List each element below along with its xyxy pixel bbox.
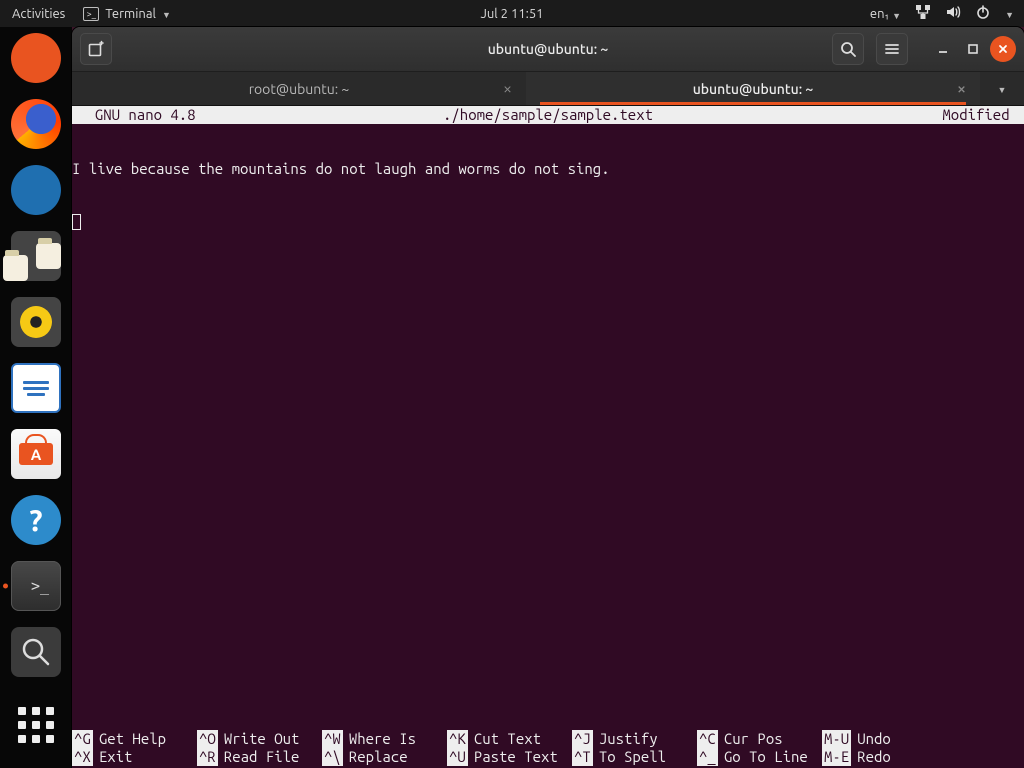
- network-icon[interactable]: [915, 4, 931, 23]
- editor-line: I live because the mountains do not laug…: [72, 160, 1024, 178]
- menu-button[interactable]: [876, 33, 908, 65]
- nano-filepath: ./home/sample/sample.text: [443, 106, 653, 124]
- nano-shortcut: ^UPaste Text: [447, 748, 572, 766]
- shortcut-key: ^G: [72, 730, 93, 748]
- nano-shortcut: ^RRead File: [197, 748, 322, 766]
- nano-shortcut: ^WWhere Is: [322, 730, 447, 748]
- nano-shortcut-bar: ^GGet Help^OWrite Out^WWhere Is^KCut Tex…: [72, 730, 1024, 768]
- terminal-viewport[interactable]: GNU nano 4.8 ./home/sample/sample.text M…: [72, 106, 1024, 768]
- shortcut-label: Replace: [343, 748, 408, 766]
- shortcut-key: ^K: [447, 730, 468, 748]
- nano-version: GNU nano 4.8: [78, 106, 196, 124]
- shortcut-key: ^\: [322, 748, 343, 766]
- terminal-tab-0[interactable]: root@ubuntu: ~ ×: [72, 72, 526, 105]
- dock-item-libreoffice-writer[interactable]: [11, 363, 61, 413]
- shortcut-key: ^T: [572, 748, 593, 766]
- gnome-top-panel: Activities >_ Terminal ▼ Jul 2 11:51 en₁…: [0, 0, 1024, 27]
- shortcut-key: ^J: [572, 730, 593, 748]
- nano-shortcut: ^KCut Text: [447, 730, 572, 748]
- dock-item-thunderbird[interactable]: [11, 165, 61, 215]
- appmenu-button[interactable]: >_ Terminal ▼: [83, 7, 171, 21]
- nano-editor[interactable]: I live because the mountains do not laug…: [72, 124, 1024, 270]
- shortcut-key: ^C: [697, 730, 718, 748]
- shortcut-label: Undo: [851, 730, 891, 748]
- shortcut-label: Cut Text: [468, 730, 541, 748]
- window-title: ubuntu@ubuntu: ~: [488, 41, 609, 57]
- nano-shortcut: ^XExit: [72, 748, 197, 766]
- dock-item-firefox[interactable]: [11, 99, 61, 149]
- shortcut-label: Redo: [851, 748, 891, 766]
- shortcut-label: Go To Line: [718, 748, 808, 766]
- new-tab-button[interactable]: [80, 33, 112, 65]
- dock-item-show-applications[interactable]: [11, 33, 61, 83]
- nano-status: Modified: [942, 106, 1018, 124]
- nano-shortcut: M-UUndo: [822, 730, 947, 748]
- tab-close-icon[interactable]: ×: [957, 80, 966, 98]
- shortcut-label: Paste Text: [468, 748, 558, 766]
- chevron-down-icon: ▼: [162, 10, 171, 20]
- dock-item-terminal[interactable]: >_: [11, 561, 61, 611]
- dock-item-rhythmbox[interactable]: [11, 297, 61, 347]
- maximize-button[interactable]: [960, 36, 986, 62]
- dock-item-image-viewer[interactable]: [11, 627, 61, 677]
- tab-close-icon[interactable]: ×: [503, 80, 512, 98]
- shortcut-key: ^_: [697, 748, 718, 766]
- shortcut-label: Exit: [93, 748, 133, 766]
- nano-shortcut: M-ERedo: [822, 748, 947, 766]
- nano-shortcut: ^GGet Help: [72, 730, 197, 748]
- nano-shortcut: ^\Replace: [322, 748, 447, 766]
- input-source-label: en₁: [870, 7, 889, 21]
- shortcut-key: M-E: [822, 748, 851, 766]
- nano-shortcut: ^OWrite Out: [197, 730, 322, 748]
- tab-label: ubuntu@ubuntu: ~: [693, 81, 814, 97]
- shortcut-label: To Spell: [593, 748, 666, 766]
- dock-item-help[interactable]: ?: [11, 495, 61, 545]
- close-button[interactable]: [990, 36, 1016, 62]
- dock-item-ubuntu-software[interactable]: [11, 429, 61, 479]
- shortcut-label: Get Help: [93, 730, 166, 748]
- tab-label: root@ubuntu: ~: [249, 81, 350, 97]
- terminal-tabs: root@ubuntu: ~ × ubuntu@ubuntu: ~ × ▼: [72, 72, 1024, 106]
- power-icon[interactable]: [975, 4, 991, 23]
- terminal-window: ubuntu@ubuntu: ~ root@ubuntu: ~ × ubuntu…: [72, 27, 1024, 768]
- shortcut-label: Read File: [218, 748, 300, 766]
- nano-shortcut: ^TTo Spell: [572, 748, 697, 766]
- shortcut-key: ^O: [197, 730, 218, 748]
- activities-button[interactable]: Activities: [12, 7, 65, 21]
- input-source[interactable]: en₁ ▼: [870, 7, 901, 21]
- text-cursor: [72, 214, 81, 230]
- titlebar[interactable]: ubuntu@ubuntu: ~: [72, 27, 1024, 72]
- shortcut-key: ^R: [197, 748, 218, 766]
- clock[interactable]: Jul 2 11:51: [480, 7, 543, 21]
- shortcut-label: Where Is: [343, 730, 416, 748]
- search-button[interactable]: [832, 33, 864, 65]
- shortcut-label: Cur Pos: [718, 730, 783, 748]
- shortcut-key: ^U: [447, 748, 468, 766]
- shortcut-label: Write Out: [218, 730, 300, 748]
- volume-icon[interactable]: [945, 4, 961, 23]
- nano-shortcut: ^JJustify: [572, 730, 697, 748]
- chevron-down-icon: ▼: [1005, 10, 1014, 20]
- shortcut-key: ^W: [322, 730, 343, 748]
- shortcut-key: ^X: [72, 748, 93, 766]
- chevron-down-icon: ▼: [892, 11, 901, 21]
- dock-item-files[interactable]: [11, 231, 61, 281]
- nano-header: GNU nano 4.8 ./home/sample/sample.text M…: [72, 106, 1024, 124]
- terminal-tab-1[interactable]: ubuntu@ubuntu: ~ ×: [526, 72, 980, 105]
- shortcut-label: Justify: [593, 730, 658, 748]
- appmenu-label: Terminal: [105, 7, 156, 21]
- tab-overflow-button[interactable]: ▼: [980, 72, 1024, 105]
- show-applications-button[interactable]: [11, 700, 61, 750]
- minimize-button[interactable]: [930, 36, 956, 62]
- nano-shortcut: ^_Go To Line: [697, 748, 822, 766]
- nano-shortcut: ^CCur Pos: [697, 730, 822, 748]
- shortcut-key: M-U: [822, 730, 851, 748]
- terminal-icon: >_: [83, 7, 99, 21]
- dock: ? >_: [0, 27, 72, 768]
